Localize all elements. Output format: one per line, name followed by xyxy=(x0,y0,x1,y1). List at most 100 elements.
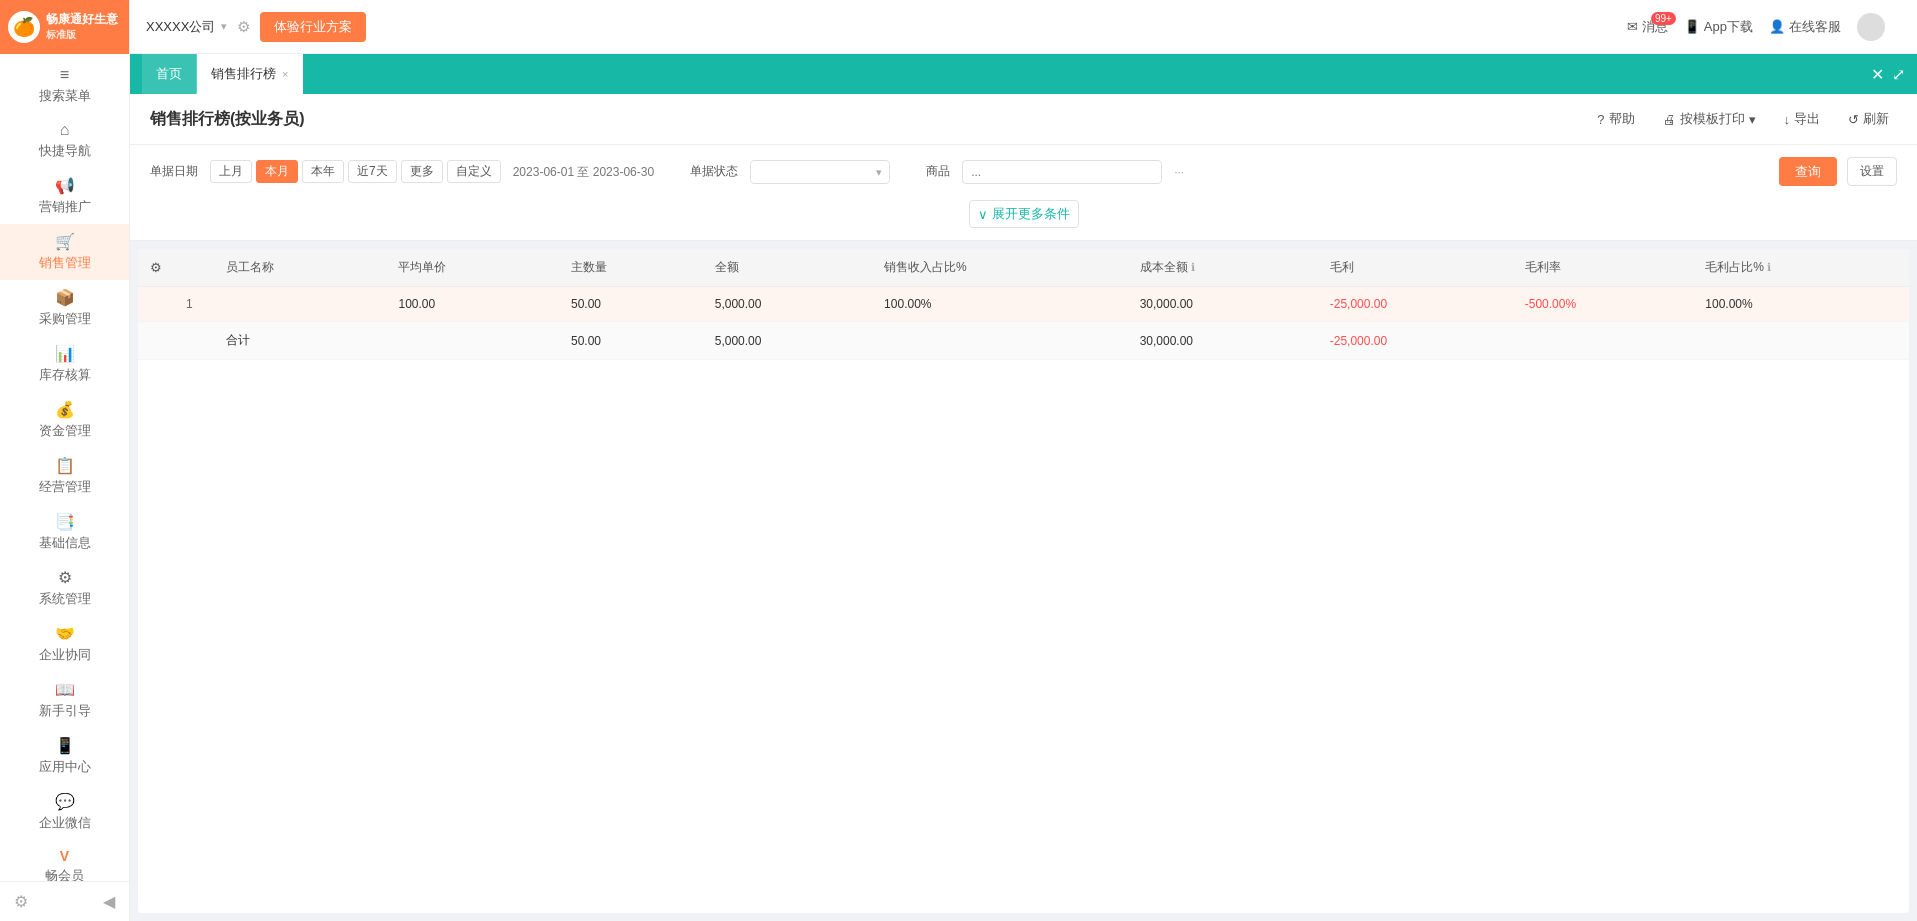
sidebar-item-marketing[interactable]: 📢 营销推广 xyxy=(0,168,129,224)
sidebar-item-label: 采购管理 xyxy=(39,310,91,328)
sidebar-item-inventory[interactable]: 📊 库存核算 xyxy=(0,336,129,392)
sidebar-item-label: 企业微信 xyxy=(39,814,91,832)
row-cost-cell: 30,000.00 xyxy=(1128,287,1318,322)
avatar[interactable] xyxy=(1857,13,1885,41)
row-settings-cell xyxy=(138,287,174,322)
sidebar-item-enterprise[interactable]: 🤝 企业协同 xyxy=(0,616,129,672)
tab-close-window-icon[interactable]: ✕ xyxy=(1871,65,1884,84)
help-button[interactable]: ? 帮助 xyxy=(1589,106,1642,132)
sidebar-item-operations[interactable]: 📋 经营管理 xyxy=(0,448,129,504)
date-btn-last-month[interactable]: 上月 xyxy=(210,160,252,183)
date-buttons: 上月 本月 本年 近7天 更多 自定义 xyxy=(210,160,501,183)
logo: 🍊 畅康通好生意 标准版 xyxy=(0,0,129,54)
date-btn-this-month[interactable]: 本月 xyxy=(256,160,298,183)
message-button[interactable]: ✉ 消息 99+ xyxy=(1627,18,1668,36)
main-area: XXXXX公司 ▾ ⚙ 体验行业方案 ✉ 消息 99+ 📱 App下载 👤 在线… xyxy=(130,0,1917,921)
marketing-icon: 📢 xyxy=(55,176,75,195)
sidebar-item-sales[interactable]: 🛒 销售管理 xyxy=(0,224,129,280)
tab-sales-ranking[interactable]: 销售排行榜 × xyxy=(197,54,303,94)
sidebar-item-label: 资金管理 xyxy=(39,422,91,440)
sidebar-item-guide[interactable]: 📖 新手引导 xyxy=(0,672,129,728)
table-footer-row: 合计 50.00 5,000.00 30,000.00 -25,000.00 xyxy=(138,322,1909,360)
app-label: App下载 xyxy=(1704,18,1753,36)
goods-input[interactable] xyxy=(962,160,1162,184)
date-btn-more[interactable]: 更多 xyxy=(401,160,443,183)
sidebar-item-basics[interactable]: 📑 基础信息 xyxy=(0,504,129,560)
finance-icon: 💰 xyxy=(55,400,75,419)
query-button[interactable]: 查询 xyxy=(1779,157,1837,186)
date-btn-this-year[interactable]: 本年 xyxy=(302,160,344,183)
date-btn-7days[interactable]: 近7天 xyxy=(348,160,397,183)
export-button[interactable]: ↓ 导出 xyxy=(1776,106,1829,132)
date-btn-custom[interactable]: 自定义 xyxy=(447,160,501,183)
col-settings[interactable]: ⚙ xyxy=(138,249,174,287)
sidebar-item-member[interactable]: V 畅会员 xyxy=(0,840,129,881)
status-select[interactable] xyxy=(750,160,890,184)
tab-home[interactable]: 首页 xyxy=(142,54,197,94)
expand-filter-button[interactable]: ∨ 展开更多条件 xyxy=(969,200,1079,228)
row-qty-cell: 50.00 xyxy=(559,287,703,322)
col-sales-pct: 销售收入占比% xyxy=(872,249,1128,287)
company-selector[interactable]: XXXXX公司 ▾ xyxy=(146,18,227,36)
sidebar-item-search[interactable]: ≡ 搜索菜单 xyxy=(0,58,129,113)
sidebar-item-label: 快捷导航 xyxy=(39,142,91,160)
trial-button[interactable]: 体验行业方案 xyxy=(260,12,366,42)
collapse-icon[interactable]: ◀ xyxy=(103,892,115,911)
sidebar-item-label: 销售管理 xyxy=(39,254,91,272)
goods-more-btn[interactable]: ··· xyxy=(1174,165,1184,179)
col-gross-pct: 毛利占比% ℹ xyxy=(1693,249,1909,287)
sidebar-item-label: 应用中心 xyxy=(39,758,91,776)
col-amount: 全额 xyxy=(703,249,872,287)
footer-empty xyxy=(138,322,214,360)
topbar-gear-icon[interactable]: ⚙ xyxy=(237,18,250,36)
online-service-button[interactable]: 👤 在线客服 xyxy=(1769,18,1841,36)
sidebar-footer: ⚙ ◀ xyxy=(0,881,129,921)
sidebar-item-apps[interactable]: 📱 应用中心 xyxy=(0,728,129,784)
sidebar-item-finance[interactable]: 💰 资金管理 xyxy=(0,392,129,448)
tab-home-label: 首页 xyxy=(156,65,182,83)
settings-footer-icon[interactable]: ⚙ xyxy=(14,892,28,911)
row-avg-price-cell: 100.00 xyxy=(386,287,558,322)
sales-icon: 🛒 xyxy=(55,232,75,251)
sidebar-item-label: 新手引导 xyxy=(39,702,91,720)
footer-sales-pct xyxy=(872,322,1128,360)
footer-cost: 30,000.00 xyxy=(1128,322,1318,360)
cost-info-icon[interactable]: ℹ xyxy=(1191,261,1195,273)
apps-icon: 📱 xyxy=(55,736,75,755)
app-download-button[interactable]: 📱 App下载 xyxy=(1684,18,1753,36)
purchase-icon: 📦 xyxy=(55,288,75,307)
member-icon: V xyxy=(60,848,69,864)
row-sales-pct-cell: 100.00% xyxy=(872,287,1128,322)
tab-close-icon[interactable]: × xyxy=(282,68,288,80)
sidebar-item-quick[interactable]: ⌂ 快捷导航 xyxy=(0,113,129,168)
sidebar-item-system[interactable]: ⚙ 系统管理 xyxy=(0,560,129,616)
tab-maximize-icon[interactable]: ⤢ xyxy=(1892,65,1905,84)
col-avg-price: 平均单价 xyxy=(386,249,558,287)
enterprise-icon: 🤝 xyxy=(55,624,75,643)
sidebar-item-purchase[interactable]: 📦 采购管理 xyxy=(0,280,129,336)
gross-pct-info-icon[interactable]: ℹ xyxy=(1767,261,1771,273)
export-icon: ↓ xyxy=(1784,112,1791,127)
footer-gross: -25,000.00 xyxy=(1318,322,1513,360)
sidebar-item-wechat[interactable]: 💬 企业微信 xyxy=(0,784,129,840)
table-area: ⚙ 员工名称 平均单价 主数量 全额 销售收入占比% 成本全额 ℹ 毛利 毛利率… xyxy=(138,249,1909,913)
operations-icon: 📋 xyxy=(55,456,75,475)
page-header: 销售排行榜(按业务员) ? 帮助 🖨 按模板打印 ▾ ↓ 导出 ↺ 刷新 xyxy=(130,94,1917,145)
print-button[interactable]: 🖨 按模板打印 ▾ xyxy=(1655,106,1764,132)
row-employee-cell xyxy=(214,287,386,322)
settings-button[interactable]: 设置 xyxy=(1847,157,1897,186)
row-rank-cell: 1 xyxy=(174,287,214,322)
date-filter-label: 单据日期 xyxy=(150,163,198,180)
table-settings-icon[interactable]: ⚙ xyxy=(150,260,162,275)
sidebar-item-label: 经营管理 xyxy=(39,478,91,496)
row-gross-rate-cell: -500.00% xyxy=(1513,287,1694,322)
status-filter-label: 单据状态 xyxy=(690,163,738,180)
company-chevron-icon: ▾ xyxy=(221,20,227,33)
inventory-icon: 📊 xyxy=(55,344,75,363)
chevron-down-icon: ∨ xyxy=(978,207,988,222)
footer-gross-rate xyxy=(1513,322,1694,360)
table-row: 1 100.00 50.00 5,000.00 100.00% 30,000.0… xyxy=(138,287,1909,322)
refresh-icon: ↺ xyxy=(1848,112,1859,127)
service-label: 在线客服 xyxy=(1789,18,1841,36)
refresh-button[interactable]: ↺ 刷新 xyxy=(1840,106,1897,132)
